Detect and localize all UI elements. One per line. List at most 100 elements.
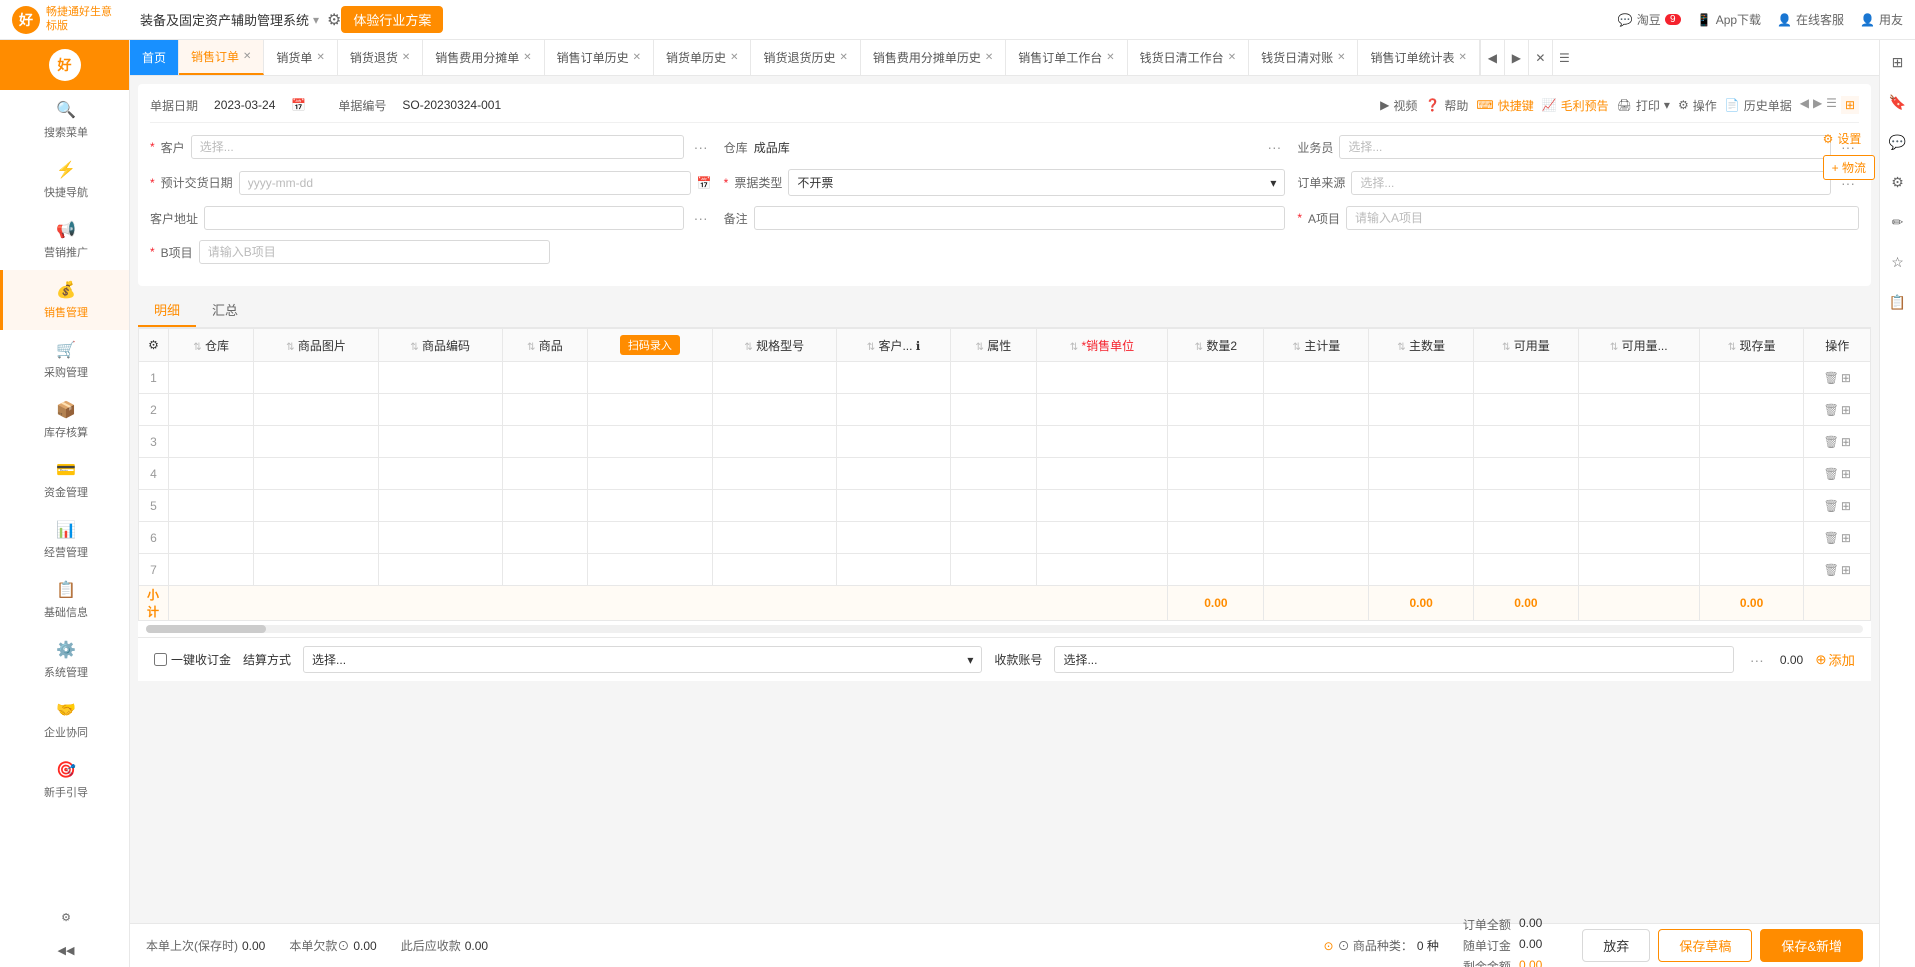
table-cell[interactable]: [836, 522, 950, 554]
add-payment-btn[interactable]: ⊕ 添加: [1815, 650, 1855, 669]
table-cell[interactable]: [1578, 458, 1699, 490]
table-cell[interactable]: [1699, 522, 1804, 554]
settings-icon[interactable]: ⚙: [327, 10, 341, 30]
table-cell[interactable]: [169, 458, 254, 490]
save-draft-button[interactable]: 保存草稿: [1658, 929, 1752, 962]
order-source-input[interactable]: [1351, 171, 1831, 195]
tab-sales-report[interactable]: 销售订单统计表 ✕: [1358, 40, 1479, 75]
table-cell[interactable]: [1168, 426, 1264, 458]
tab-daily-reconcile[interactable]: 钱货日清对账 ✕: [1249, 40, 1358, 75]
sidebar-item-purchase[interactable]: 🛒 采购管理: [0, 330, 129, 390]
copy-icon[interactable]: ⊞: [1841, 531, 1851, 545]
tab-expense-history[interactable]: 销售费用分摊单历史 ✕: [861, 40, 1006, 75]
table-cell[interactable]: [169, 554, 254, 586]
col-customer-code[interactable]: ⇅ 客户... ℹ: [836, 329, 950, 362]
table-cell[interactable]: [712, 522, 836, 554]
table-cell[interactable]: [1699, 490, 1804, 522]
table-cell[interactable]: [1474, 394, 1579, 426]
table-cell[interactable]: [378, 426, 502, 458]
table-cell[interactable]: [254, 362, 378, 394]
right-panel-icon-4[interactable]: ⚙: [1884, 168, 1912, 196]
table-cell[interactable]: [588, 554, 713, 586]
left-nav-icon[interactable]: ◀: [1800, 96, 1809, 114]
table-cell[interactable]: [712, 394, 836, 426]
history-btn[interactable]: 📄 历史单据: [1725, 97, 1792, 114]
sidebar-item-quicknav[interactable]: ⚡ 快捷导航: [0, 150, 129, 210]
table-cell[interactable]: [169, 522, 254, 554]
table-cell[interactable]: [1264, 394, 1369, 426]
table-cell[interactable]: [1168, 394, 1264, 426]
table-cell[interactable]: [1036, 426, 1168, 458]
col-attr[interactable]: ⇅ 属性: [951, 329, 1036, 362]
table-cell[interactable]: [1474, 362, 1579, 394]
add-goods-btn[interactable]: + 物流: [1823, 155, 1875, 180]
table-cell[interactable]: [1474, 426, 1579, 458]
table-cell[interactable]: [951, 554, 1036, 586]
gear-settings-btn[interactable]: ⚙ 设置: [1823, 130, 1875, 147]
col-code[interactable]: ⇅ 商品编码: [378, 329, 502, 362]
profit-btn[interactable]: 📈 毛利预告: [1542, 97, 1609, 114]
table-cell[interactable]: [1474, 554, 1579, 586]
table-cell[interactable]: [1264, 490, 1369, 522]
sidebar-item-sales[interactable]: 💰 销售管理: [0, 270, 129, 330]
table-cell[interactable]: [1578, 522, 1699, 554]
table-cell[interactable]: [502, 554, 587, 586]
tab-expand-btn[interactable]: ✕: [1528, 40, 1552, 75]
tab-workbench[interactable]: 销售订单工作台 ✕: [1006, 40, 1127, 75]
col-main-unit[interactable]: ⇅ 主计量: [1264, 329, 1369, 362]
tab-prev-btn[interactable]: ◀: [1480, 40, 1504, 75]
table-cell[interactable]: [378, 490, 502, 522]
table-cell[interactable]: [1036, 490, 1168, 522]
delete-icon[interactable]: 🗑: [1824, 499, 1839, 513]
customer-input[interactable]: [191, 135, 684, 159]
account-ellipsis-btn[interactable]: ···: [1746, 652, 1768, 668]
tab-detail[interactable]: 明细: [138, 294, 196, 327]
table-cell[interactable]: [378, 458, 502, 490]
sidebar-item-search[interactable]: 🔍 搜索菜单: [0, 90, 129, 150]
account-select[interactable]: 选择...: [1054, 646, 1733, 673]
table-cell[interactable]: [588, 490, 713, 522]
col-qty2[interactable]: ⇅ 数量2: [1168, 329, 1264, 362]
table-cell[interactable]: [169, 394, 254, 426]
table-cell[interactable]: [254, 490, 378, 522]
table-cell[interactable]: [951, 458, 1036, 490]
tab-daily-workbench[interactable]: 钱货日清工作台 ✕: [1128, 40, 1249, 75]
table-cell[interactable]: [1036, 458, 1168, 490]
table-cell[interactable]: [588, 522, 713, 554]
table-cell[interactable]: [1369, 426, 1474, 458]
table-cell[interactable]: [836, 362, 950, 394]
address-input[interactable]: [204, 206, 684, 230]
scrollbar-thumb[interactable]: [146, 625, 266, 633]
operation-btn[interactable]: ⚙ 操作: [1678, 97, 1717, 114]
table-cell[interactable]: [502, 362, 587, 394]
discard-button[interactable]: 放弃: [1582, 929, 1650, 962]
sidebar-item-basic-info[interactable]: 📋 基础信息: [0, 570, 129, 630]
table-cell[interactable]: [1699, 394, 1804, 426]
table-cell[interactable]: [502, 458, 587, 490]
right-panel-icon-2[interactable]: 🔖: [1884, 88, 1912, 116]
col-unit[interactable]: ⇅ *销售单位: [1036, 329, 1168, 362]
table-cell[interactable]: [1699, 458, 1804, 490]
col-image[interactable]: ⇅ 商品图片: [254, 329, 378, 362]
tab-close-icon[interactable]: ✕: [1106, 52, 1114, 63]
table-cell[interactable]: [1369, 362, 1474, 394]
tab-close-icon[interactable]: ✕: [243, 51, 251, 62]
message-nav[interactable]: 💬 淘豆 9: [1618, 11, 1681, 28]
table-cell[interactable]: [169, 362, 254, 394]
table-cell[interactable]: [836, 458, 950, 490]
right-nav-icon[interactable]: ▶: [1813, 96, 1822, 114]
delete-icon[interactable]: 🗑: [1824, 403, 1839, 417]
app-download-nav[interactable]: 📱 App下载: [1697, 11, 1761, 28]
delete-icon[interactable]: 🗑: [1824, 467, 1839, 481]
grid-view-icon[interactable]: ⊞: [1841, 96, 1859, 114]
table-cell[interactable]: [1036, 362, 1168, 394]
copy-icon[interactable]: ⊞: [1841, 435, 1851, 449]
tab-close-icon[interactable]: ✕: [1228, 52, 1236, 63]
table-cell[interactable]: [836, 394, 950, 426]
customer-ellipsis-btn[interactable]: ···: [690, 139, 712, 155]
table-cell[interactable]: [1168, 490, 1264, 522]
table-cell[interactable]: [1264, 362, 1369, 394]
table-cell[interactable]: [1578, 394, 1699, 426]
table-cell[interactable]: [1474, 458, 1579, 490]
copy-icon[interactable]: ⊞: [1841, 563, 1851, 577]
